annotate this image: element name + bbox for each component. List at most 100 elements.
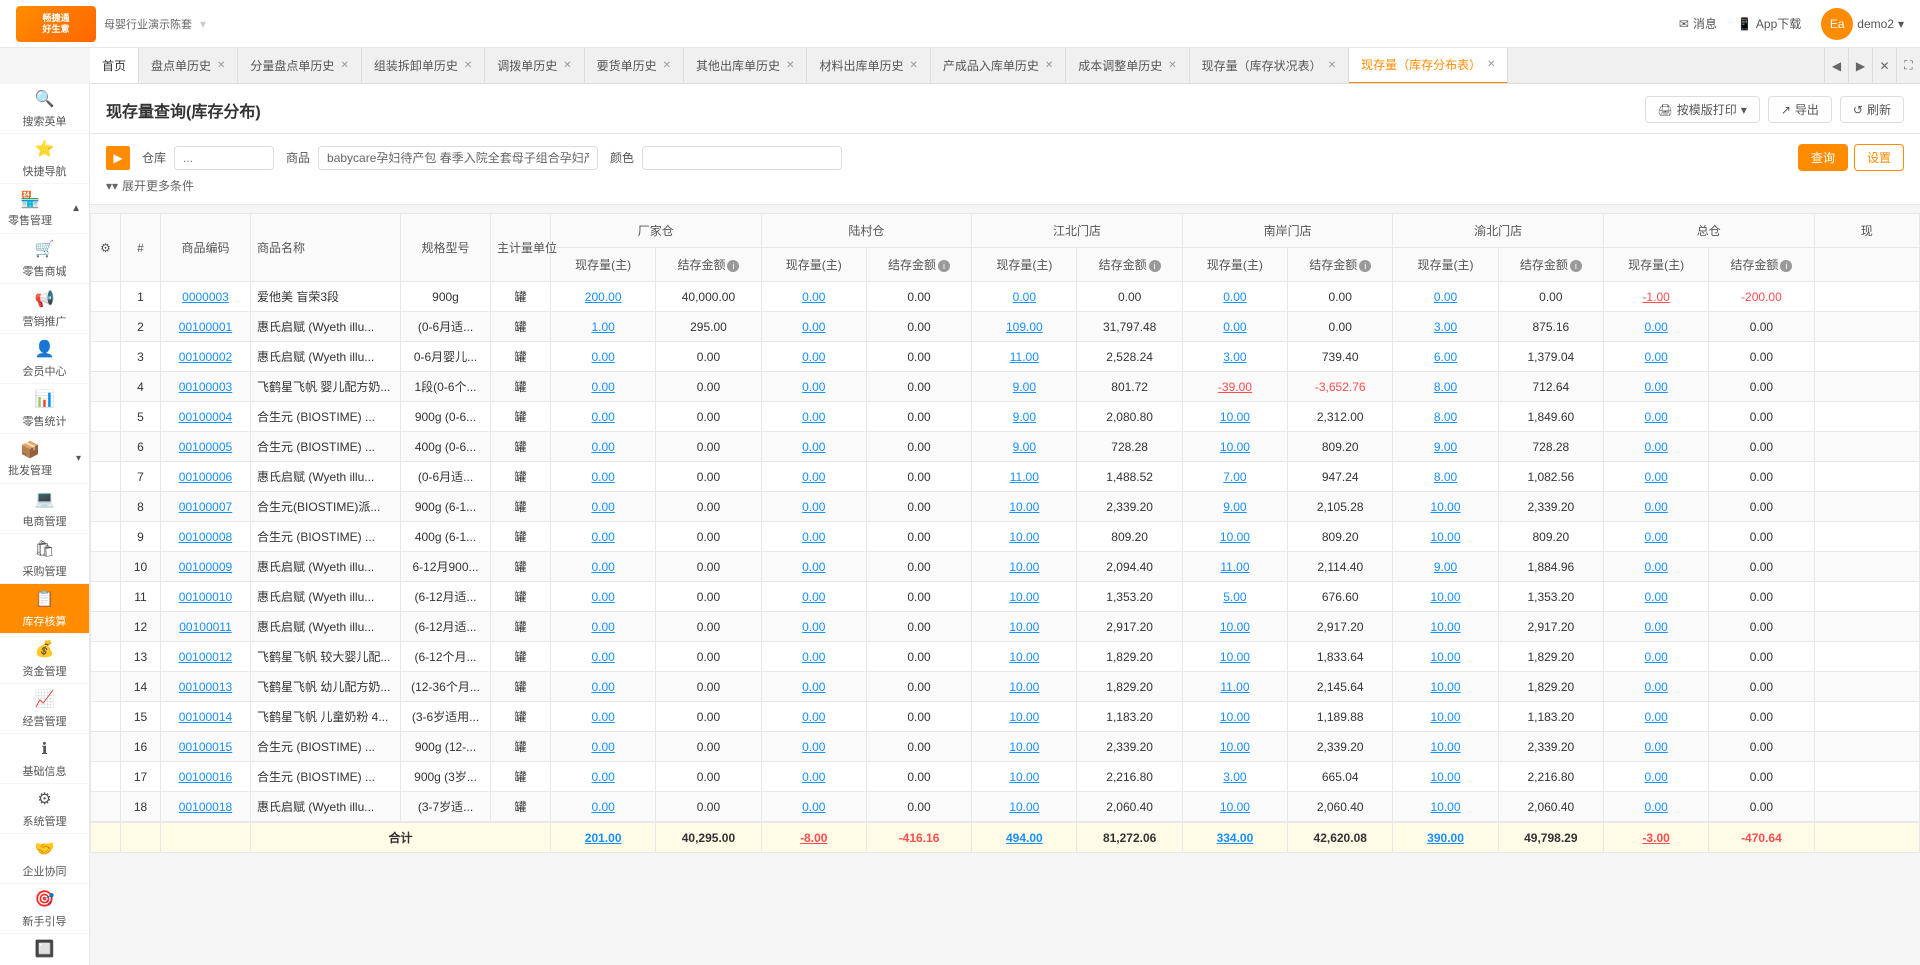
wholesale-icon: 📦 xyxy=(20,440,40,460)
th-nanan-amount: 结存金额i xyxy=(1288,248,1393,282)
tab-chanchengru-close[interactable]: ✕ xyxy=(1045,60,1053,71)
tab-qitachuku[interactable]: 其他出库单历史 ✕ xyxy=(684,48,807,84)
table-row: 500100004合生元 (BIOSTIME) ...900g (0-6...罐… xyxy=(91,402,1920,432)
sidebar-item-basic-info[interactable]: ℹ 基础信息 xyxy=(0,734,89,784)
user-menu[interactable]: Ea demo2 ▾ xyxy=(1821,8,1904,40)
tab-yaohuo-close[interactable]: ✕ xyxy=(663,60,671,71)
sidebar-item-shortcuts[interactable]: ⭐ 快捷导航 xyxy=(0,134,89,184)
sidebar-item-purchase[interactable]: 🛍 采购管理 xyxy=(0,534,89,584)
inventory-icon: 📋 xyxy=(35,589,55,609)
table-row: 1500100014飞鹤星飞帆 儿童奶粉 4...(3-6岁适用...罐0.00… xyxy=(91,702,1920,732)
logo-area: 畅捷通好生意 母婴行业演示陈套 ▾ xyxy=(16,6,206,42)
th-code: 商品编码 xyxy=(161,214,251,282)
sidebar-item-operations[interactable]: 📈 经营管理 xyxy=(0,684,89,734)
color-input[interactable] xyxy=(642,146,842,170)
sidebar-item-retail-mgmt[interactable]: 🏪 零售管理 ▲ xyxy=(0,184,89,234)
table-row: 1000100009惠氏启赋 (Wyeth illu...6-12月900...… xyxy=(91,552,1920,582)
sidebar-item-finance[interactable]: 💰 资金管理 xyxy=(0,634,89,684)
page-title: 现存量查询(库存分布) xyxy=(106,98,261,122)
th-settings[interactable]: ⚙ xyxy=(91,214,121,282)
zong-amount-info[interactable]: i xyxy=(1780,260,1792,272)
jiangbei-amount-info[interactable]: i xyxy=(1149,260,1161,272)
refresh-btn[interactable]: ↺ 刷新 xyxy=(1840,96,1904,123)
tab-nav-left[interactable]: ◀ xyxy=(1824,48,1848,84)
tab-cailiaochuku-close[interactable]: ✕ xyxy=(909,60,917,71)
sidebar-item-system[interactable]: ⚙ 系统管理 xyxy=(0,784,89,834)
tab-fenpandian[interactable]: 分量盘点单历史 ✕ xyxy=(238,48,361,84)
table-row: 600100005合生元 (BIOSTIME) ...400g (0-6...罐… xyxy=(91,432,1920,462)
th-current: 现 xyxy=(1814,214,1919,248)
settings-btn[interactable]: 设置 xyxy=(1854,144,1904,171)
warehouse-input[interactable] xyxy=(174,146,274,170)
sidebar-item-guide[interactable]: 🎯 新手引导 xyxy=(0,884,89,934)
tab-chengbentiaoz-close[interactable]: ✕ xyxy=(1168,60,1176,71)
table-row: 800100007合生元(BIOSTIME)派...900g (6-1...罐0… xyxy=(91,492,1920,522)
goods-label: 商品 xyxy=(286,149,310,166)
sidebar-item-retail-shop[interactable]: 🛒 零售商城 xyxy=(0,234,89,284)
table-row: 400100003飞鹤星飞帆 婴儿配方奶...1段(0-6个...罐0.000.… xyxy=(91,372,1920,402)
purchase-icon: 🛍 xyxy=(34,539,54,559)
page-actions: 🖨 按模版打印 ▾ ↗ 导出 ↺ 刷新 xyxy=(1645,96,1904,123)
app-download-btn[interactable]: 📱 App下载 xyxy=(1737,15,1801,32)
th-zong-stock: 现存量(主) xyxy=(1603,248,1708,282)
changjia-amount-info[interactable]: i xyxy=(727,260,739,272)
th-jiangbei-amount: 结存金额i xyxy=(1077,248,1182,282)
tab-yaohuo[interactable]: 要货单历史 ✕ xyxy=(585,48,684,84)
tab-pandian-close[interactable]: ✕ xyxy=(217,60,225,71)
retail-shop-icon: 🛒 xyxy=(35,239,55,259)
sidebar-item-members[interactable]: 👤 会员中心 xyxy=(0,334,89,384)
th-changjia-cang: 厂家仓 xyxy=(551,214,762,248)
tab-diaobodanls-close[interactable]: ✕ xyxy=(563,60,571,71)
tab-nav-close-all[interactable]: ✕ xyxy=(1872,48,1896,84)
message-btn[interactable]: ✉ 消息 xyxy=(1679,15,1717,32)
wholesale-arrow-icon: ▾ xyxy=(76,453,81,464)
tab-zuzhechexie[interactable]: 组装拆卸单历史 ✕ xyxy=(362,48,485,84)
tab-cailiaochuku[interactable]: 材料出库单历史 ✕ xyxy=(807,48,930,84)
tab-xiancunliang-status-close[interactable]: ✕ xyxy=(1328,60,1336,71)
tab-nav-maximize[interactable]: ⛶ xyxy=(1896,48,1920,84)
filter-expand-btn[interactable]: ▶ xyxy=(106,146,130,170)
sidebar-item-marketing[interactable]: 📢 营销推广 xyxy=(0,284,89,334)
tab-fenpandian-close[interactable]: ✕ xyxy=(340,60,348,71)
tab-xiancunliang-status[interactable]: 现存量（库存状况表） ✕ xyxy=(1190,48,1349,84)
sidebar-item-search[interactable]: 🔍 搜索英单 xyxy=(0,84,89,134)
tab-qitachuku-close[interactable]: ✕ xyxy=(786,60,794,71)
th-yubei-stock: 现存量(主) xyxy=(1393,248,1498,282)
tab-zuzhechexie-close[interactable]: ✕ xyxy=(464,60,472,71)
tab-xiancunliang-dist[interactable]: 现存量（库存分布表） ✕ xyxy=(1349,48,1508,84)
tab-pandian[interactable]: 盘点单历史 ✕ xyxy=(139,48,238,84)
refresh-icon: ↺ xyxy=(1853,103,1863,117)
retail-stats-icon: 📊 xyxy=(35,389,55,409)
yubei-amount-info[interactable]: i xyxy=(1570,260,1582,272)
sidebar-item-apps[interactable]: 🔲 应用中心 xyxy=(0,934,89,965)
sidebar-item-inventory[interactable]: 📋 库存核算 xyxy=(0,584,89,634)
sidebar-item-retail-stats[interactable]: 📊 零售统计 xyxy=(0,384,89,434)
expand-more-btn[interactable]: ▾▾ 展开更多条件 xyxy=(106,177,1904,194)
tab-home[interactable]: 首页 xyxy=(90,48,139,84)
table-row: 200100001惠氏启赋 (Wyeth illu...(0-6月适...罐1.… xyxy=(91,312,1920,342)
operations-icon: 📈 xyxy=(35,689,55,709)
tab-diaobodanls[interactable]: 调拨单历史 ✕ xyxy=(485,48,584,84)
top-actions: ✉ 消息 📱 App下载 Ea demo2 ▾ xyxy=(1679,8,1904,40)
table-row: 1200100011惠氏启赋 (Wyeth illu...(6-12月适...罐… xyxy=(91,612,1920,642)
tab-chengbentiaoz[interactable]: 成本调整单历史 ✕ xyxy=(1066,48,1189,84)
sidebar-item-collaboration[interactable]: 🤝 企业协同 xyxy=(0,834,89,884)
logo-text: 畅捷通好生意 xyxy=(42,13,69,35)
warehouse-label: 仓库 xyxy=(142,149,166,166)
table-row: 1800100018惠氏启赋 (Wyeth illu...(3-7岁适...罐0… xyxy=(91,792,1920,823)
lucun-amount-info[interactable]: i xyxy=(938,260,950,272)
tab-xiancunliang-dist-close[interactable]: ✕ xyxy=(1487,59,1495,70)
export-btn[interactable]: ↗ 导出 xyxy=(1768,96,1832,123)
th-name: 商品名称 xyxy=(251,214,401,282)
tab-nav-right[interactable]: ▶ xyxy=(1848,48,1872,84)
nanan-amount-info[interactable]: i xyxy=(1359,260,1371,272)
tab-chanchengru[interactable]: 产成品入库单历史 ✕ xyxy=(931,48,1066,84)
sidebar-item-ecommerce[interactable]: 💻 电商管理 xyxy=(0,484,89,534)
sidebar-item-wholesale[interactable]: 📦 批发管理 ▾ xyxy=(0,434,89,484)
query-btn[interactable]: 查询 xyxy=(1798,144,1848,171)
guide-icon: 🎯 xyxy=(35,889,55,909)
subtitle-arrow: ▾ xyxy=(200,17,206,31)
retail-icon: 🏪 xyxy=(20,190,40,210)
print-btn[interactable]: 🖨 按模版打印 ▾ xyxy=(1645,96,1760,123)
goods-input[interactable] xyxy=(318,146,598,170)
